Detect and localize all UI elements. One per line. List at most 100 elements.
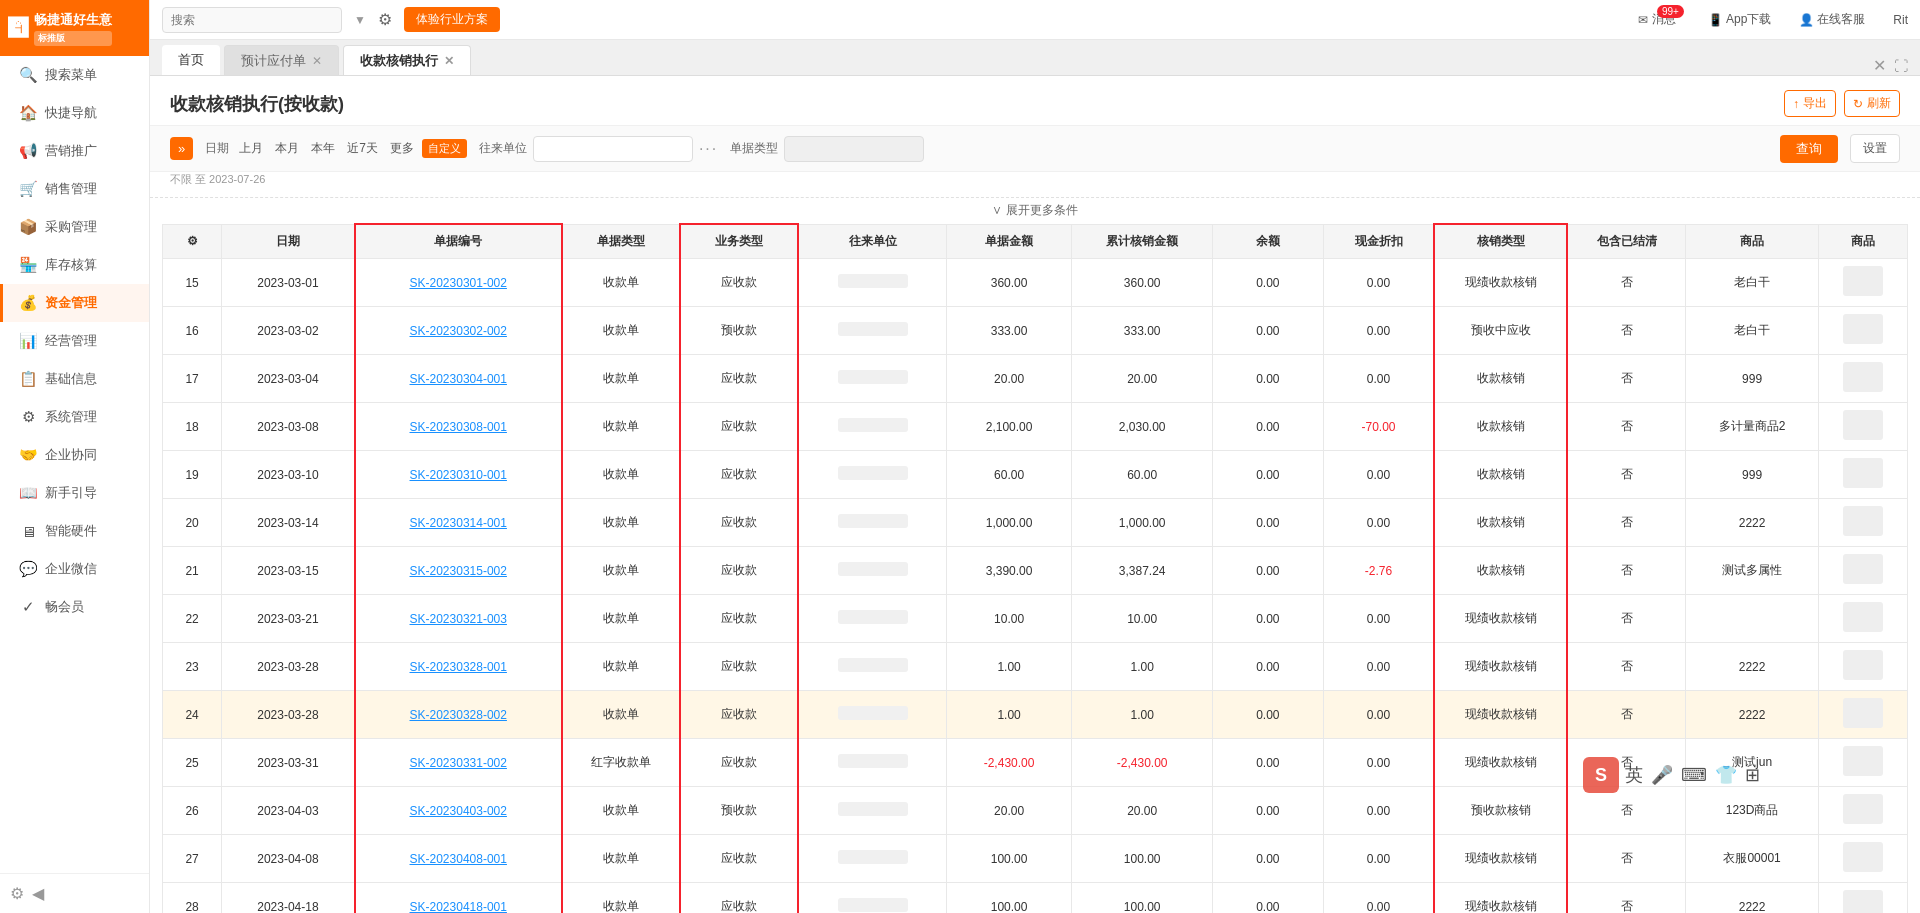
- collapse-sidebar-icon[interactable]: ◀: [32, 884, 44, 903]
- col-biz-type: 业务类型: [680, 224, 798, 259]
- col-doc-no: 单据编号: [355, 224, 562, 259]
- filter-expand-btn[interactable]: »: [170, 137, 193, 160]
- cell-cash-discount: 0.00: [1323, 739, 1434, 787]
- doc-no-link[interactable]: SK-20230328-002: [410, 708, 507, 722]
- sidebar-item-wechat[interactable]: 💬 企业微信: [0, 550, 149, 588]
- topbar-gear-icon[interactable]: ⚙: [378, 10, 392, 29]
- doc-no-link[interactable]: SK-20230301-002: [410, 276, 507, 290]
- cell-balance: 0.00: [1212, 403, 1323, 451]
- cell-doc-no: SK-20230302-002: [355, 307, 562, 355]
- counterpart-blurred: [838, 850, 908, 864]
- date-opt-last-month[interactable]: 上月: [235, 138, 267, 159]
- sidebar-item-sales[interactable]: 🛒 销售管理: [0, 170, 149, 208]
- sidebar-item-operation[interactable]: 📊 经营管理: [0, 322, 149, 360]
- counterpart-input[interactable]: [533, 136, 693, 162]
- table-row: 21 2023-03-15 SK-20230315-002 收款单 应收款 3,…: [163, 547, 1908, 595]
- doc-no-link[interactable]: SK-20230302-002: [410, 324, 507, 338]
- sidebar-item-search[interactable]: 🔍 搜索菜单: [0, 56, 149, 94]
- setting-btn[interactable]: 设置: [1850, 134, 1900, 163]
- sales-icon: 🛒: [19, 180, 37, 198]
- date-opt-7days[interactable]: 近7天: [343, 138, 382, 159]
- cell-amount: 3,390.00: [946, 547, 1072, 595]
- brand-grid-icon[interactable]: ⊞: [1745, 764, 1760, 786]
- doc-no-link[interactable]: SK-20230314-001: [410, 516, 507, 530]
- topbar-online-service[interactable]: 👤 在线客服: [1799, 11, 1865, 28]
- expand-more-conditions[interactable]: ∨ 展开更多条件: [150, 197, 1920, 223]
- sidebar-item-capital[interactable]: 💰 资金管理: [0, 284, 149, 322]
- sidebar-item-member[interactable]: ✓ 畅会员: [0, 588, 149, 626]
- tabbar-close-all-icon[interactable]: ✕: [1873, 56, 1886, 75]
- brand-shirt-icon[interactable]: 👕: [1715, 764, 1737, 786]
- doc-no-link[interactable]: SK-20230403-002: [410, 804, 507, 818]
- doc-no-link[interactable]: SK-20230315-002: [410, 564, 507, 578]
- doc-no-link[interactable]: SK-20230331-002: [410, 756, 507, 770]
- doc-no-link[interactable]: SK-20230328-001: [410, 660, 507, 674]
- experience-btn[interactable]: 体验行业方案: [404, 7, 500, 32]
- sidebar-item-label: 畅会员: [45, 598, 84, 616]
- sidebar-item-enterprise[interactable]: 🤝 企业协同: [0, 436, 149, 474]
- enterprise-icon: 🤝: [19, 446, 37, 464]
- refresh-btn[interactable]: ↻ 刷新: [1844, 90, 1900, 117]
- doc-no-link[interactable]: SK-20230308-001: [410, 420, 507, 434]
- doc-no-link[interactable]: SK-20230321-003: [410, 612, 507, 626]
- tabbar-right-actions: ✕ ⛶: [1873, 56, 1908, 75]
- sidebar-item-shortcut[interactable]: 🏠 快捷导航: [0, 94, 149, 132]
- sidebar-item-hardware[interactable]: 🖥 智能硬件: [0, 512, 149, 550]
- sidebar-item-newbie[interactable]: 📖 新手引导: [0, 474, 149, 512]
- doc-no-link[interactable]: SK-20230418-001: [410, 900, 507, 914]
- doc-no-link[interactable]: SK-20230304-001: [410, 372, 507, 386]
- sidebar-menu: 🔍 搜索菜单 🏠 快捷导航 📢 营销推广 🛒 销售管理 📦 采购管理 🏪 库存核…: [0, 56, 149, 873]
- cell-cum-cancel: 3,387.24: [1072, 547, 1212, 595]
- sidebar-item-system[interactable]: ⚙ 系统管理: [0, 398, 149, 436]
- topbar-dropdown-arrow[interactable]: ▼: [354, 13, 366, 27]
- settings-footer-icon[interactable]: ⚙: [10, 884, 24, 903]
- date-opt-more[interactable]: 更多: [386, 138, 418, 159]
- cell-include-cleared: 否: [1567, 643, 1685, 691]
- sidebar-item-marketing[interactable]: 📢 营销推广: [0, 132, 149, 170]
- tab-home[interactable]: 首页: [162, 45, 220, 75]
- counterpart-more-dots[interactable]: ···: [699, 140, 718, 158]
- sidebar-item-label: 经营管理: [45, 332, 97, 350]
- cell-cash-discount: 0.00: [1323, 259, 1434, 307]
- date-opt-this-month[interactable]: 本月: [271, 138, 303, 159]
- cell-doc-type: 红字收款单: [562, 739, 680, 787]
- counterpart-blurred: [838, 802, 908, 816]
- doc-no-link[interactable]: SK-20230408-001: [410, 852, 507, 866]
- tab-prepay-close[interactable]: ✕: [312, 54, 322, 68]
- col-counterpart: 往来单位: [798, 224, 946, 259]
- tab-prepay[interactable]: 预计应付单 ✕: [224, 45, 339, 75]
- tab-cancel-close[interactable]: ✕: [444, 54, 454, 68]
- table-row: 23 2023-03-28 SK-20230328-001 收款单 应收款 1.…: [163, 643, 1908, 691]
- topbar-messages[interactable]: ✉ 消息 99+: [1638, 11, 1676, 28]
- sidebar-item-purchase[interactable]: 📦 采购管理: [0, 208, 149, 246]
- date-custom-btn[interactable]: 自定义: [422, 139, 467, 158]
- bill-type-select[interactable]: [784, 136, 924, 162]
- service-icon: 👤: [1799, 13, 1814, 27]
- cell-date: 2023-03-10: [222, 451, 355, 499]
- tabbar: 首页 预计应付单 ✕ 收款核销执行 ✕ ✕ ⛶: [150, 40, 1920, 76]
- query-btn[interactable]: 查询: [1780, 135, 1838, 163]
- cell-balance: 0.00: [1212, 499, 1323, 547]
- brand-text-icon[interactable]: 英: [1625, 763, 1643, 787]
- cell-counterpart: [798, 595, 946, 643]
- cell-balance: 0.00: [1212, 835, 1323, 883]
- tab-cancel-exec[interactable]: 收款核销执行 ✕: [343, 45, 471, 75]
- col-gear[interactable]: ⚙: [163, 224, 222, 259]
- brand-mic-icon[interactable]: 🎤: [1651, 764, 1673, 786]
- topbar-search-input[interactable]: [162, 7, 342, 33]
- export-btn[interactable]: ↑ 导出: [1784, 90, 1836, 117]
- cell-counterpart: [798, 835, 946, 883]
- content-header: 收款核销执行(按收款) ↑ 导出 ↻ 刷新: [150, 76, 1920, 126]
- doc-no-link[interactable]: SK-20230310-001: [410, 468, 507, 482]
- cell-cancel-type: 现绩收款核销: [1434, 883, 1567, 914]
- sidebar-item-inventory[interactable]: 🏪 库存核算: [0, 246, 149, 284]
- topbar-user[interactable]: Rit: [1893, 13, 1908, 27]
- date-opt-this-year[interactable]: 本年: [307, 138, 339, 159]
- cell-counterpart: [798, 739, 946, 787]
- tabbar-expand-icon[interactable]: ⛶: [1894, 58, 1908, 74]
- cell-date: 2023-04-03: [222, 787, 355, 835]
- brand-keyboard-icon[interactable]: ⌨: [1681, 764, 1707, 786]
- topbar-app-download[interactable]: 📱 App下载: [1708, 11, 1771, 28]
- sidebar-item-basic[interactable]: 📋 基础信息: [0, 360, 149, 398]
- cell-cancel-type: 收款核销: [1434, 403, 1567, 451]
